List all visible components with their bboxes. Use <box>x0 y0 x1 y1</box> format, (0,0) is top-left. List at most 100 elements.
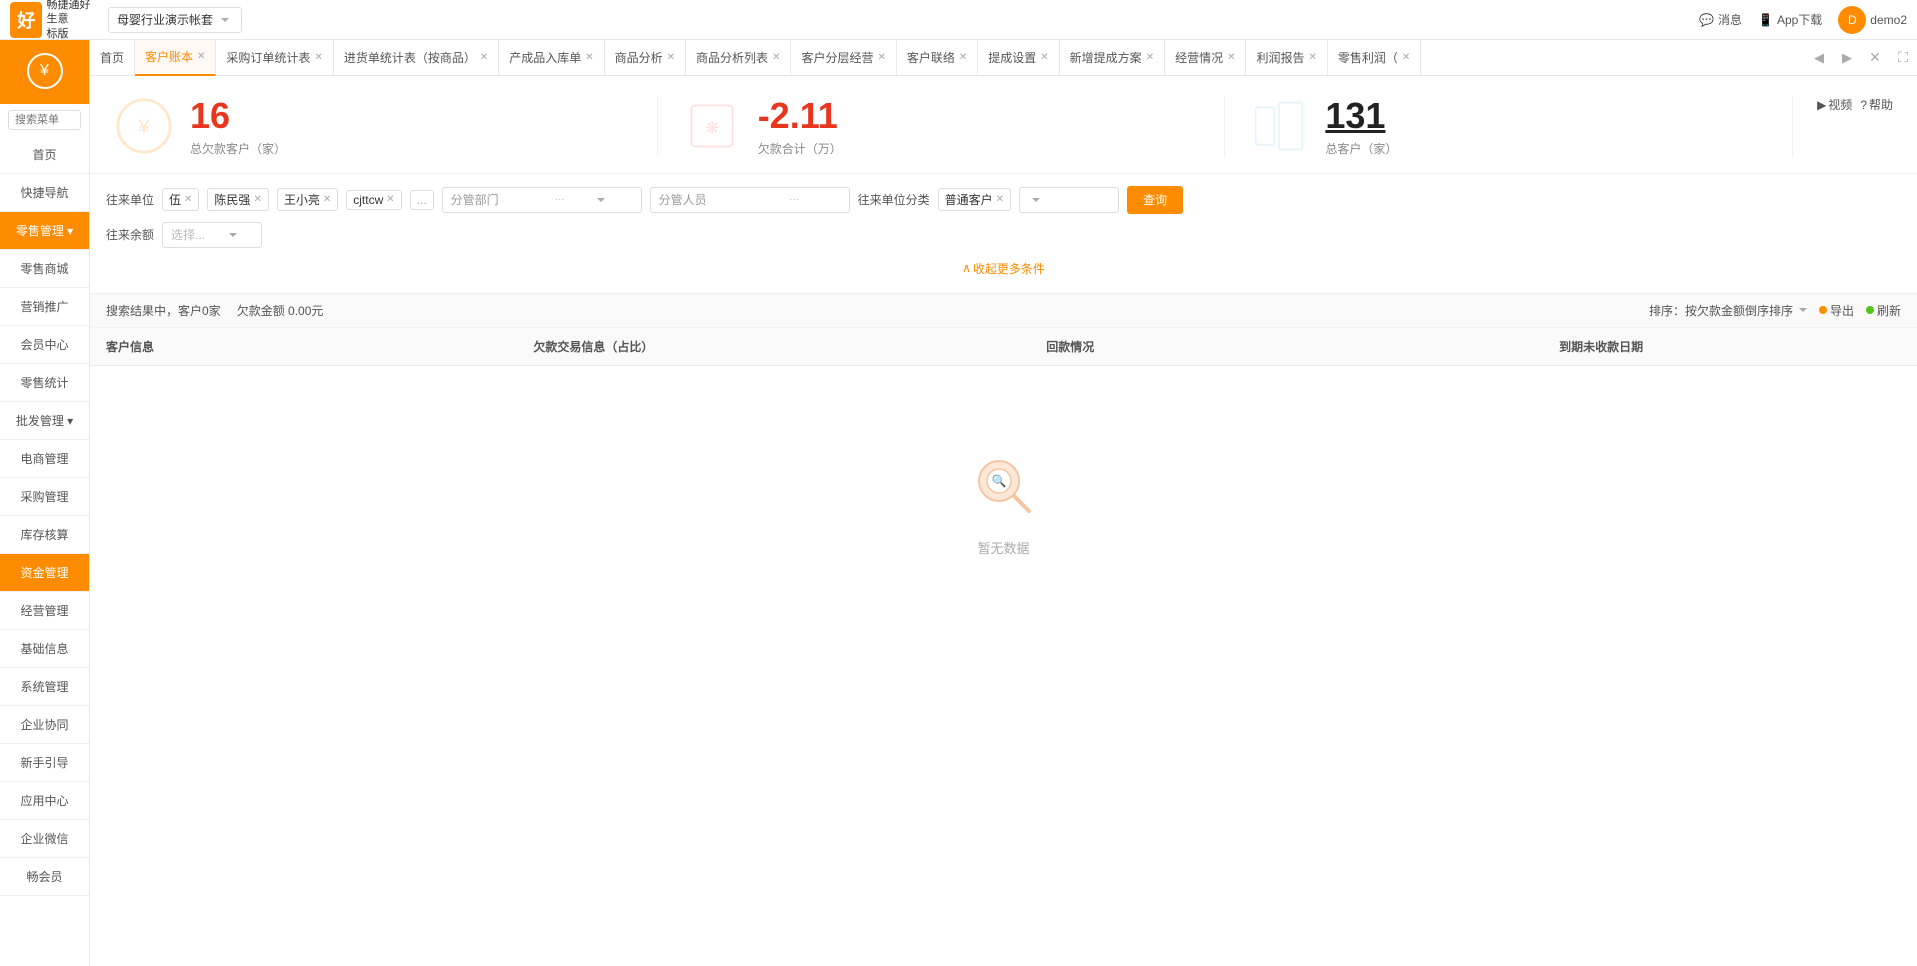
tab-commission-new[interactable]: 新增提成方案 ✕ <box>1060 40 1165 76</box>
stat-card-customers: ¥ 16 总欠款客户（家） <box>114 96 658 157</box>
person-more-icon: ··· <box>789 194 799 205</box>
message-button[interactable]: 💬 消息 <box>1699 11 1742 28</box>
chevron-up-icon: ∧ <box>962 261 971 275</box>
tab-goods-analysis[interactable]: 商品分析 ✕ <box>605 40 686 76</box>
sidebar-item-appcenter[interactable]: 应用中心 <box>0 782 89 820</box>
sidebar-item-home[interactable]: 首页 <box>0 136 89 174</box>
tab-home[interactable]: 首页 <box>90 40 135 76</box>
filter-tag-class: 普通客户 ✕ <box>938 188 1011 211</box>
tab-close-icon[interactable]: ✕ <box>1402 52 1410 63</box>
col-header-repay: 回款情况 <box>1046 338 1559 355</box>
tab-close-icon[interactable]: ✕ <box>480 52 488 63</box>
tab-close-icon[interactable]: ✕ <box>959 52 967 63</box>
tab-close-icon[interactable]: ✕ <box>585 52 593 63</box>
content-area: 首页 客户账本 ✕ 采购订单统计表 ✕ 进货单统计表（按商品） ✕ 产成品入库单… <box>90 40 1917 966</box>
sidebar-item-wholesale[interactable]: 批发管理 ▾ <box>0 402 89 440</box>
tab-customer-ledger[interactable]: 客户账本 ✕ <box>135 40 216 76</box>
sidebar-item-guide[interactable]: 新手引导 <box>0 744 89 782</box>
tab-close-all-button[interactable]: ✕ <box>1861 40 1889 76</box>
tab-close-icon[interactable]: ✕ <box>1040 52 1048 63</box>
tab-customer-contact[interactable]: 客户联络 ✕ <box>897 40 978 76</box>
tab-bar: 首页 客户账本 ✕ 采购订单统计表 ✕ 进货单统计表（按商品） ✕ 产成品入库单… <box>90 40 1917 76</box>
logo-text: 畅捷通好生意 标版 <box>46 0 100 41</box>
tab-close-icon[interactable]: ✕ <box>877 52 885 63</box>
tag-close-cjttcw[interactable]: ✕ <box>386 194 394 205</box>
sidebar-item-retailstat[interactable]: 零售统计 <box>0 364 89 402</box>
tab-close-icon[interactable]: ✕ <box>772 52 780 63</box>
chevron-down-icon <box>221 18 229 22</box>
class-select[interactable] <box>1019 187 1119 213</box>
app-download-button[interactable]: 📱 App下载 <box>1758 11 1822 28</box>
stat-label-total: 总客户（家） <box>1325 140 1397 157</box>
tab-close-icon[interactable]: ✕ <box>197 51 205 62</box>
sidebar-item-marketing[interactable]: 营销推广 <box>0 288 89 326</box>
sidebar-item-ecommerce[interactable]: 电商管理 <box>0 440 89 478</box>
sidebar-item-retailshop[interactable]: 零售商城 <box>0 250 89 288</box>
sidebar-item-retail[interactable]: 零售管理 ▾ <box>0 212 89 250</box>
tab-operation[interactable]: 经营情况 ✕ <box>1165 40 1246 76</box>
user-profile[interactable]: D demo2 <box>1838 6 1907 34</box>
sidebar-item-quicknav[interactable]: 快捷导航 <box>0 174 89 212</box>
svg-text:❋: ❋ <box>705 119 719 138</box>
tab-close-icon[interactable]: ✕ <box>314 52 322 63</box>
tag-close-class[interactable]: ✕ <box>996 194 1004 205</box>
tab-close-icon[interactable]: ✕ <box>1146 52 1154 63</box>
video-button[interactable]: ▶ 视频 <box>1817 96 1852 113</box>
query-button[interactable]: 查询 <box>1127 186 1183 214</box>
stat-number-customers: 16 <box>190 96 286 136</box>
help-button[interactable]: ? 帮助 <box>1860 96 1893 113</box>
refresh-button[interactable]: 刷新 <box>1866 302 1901 319</box>
tab-profit-report[interactable]: 利润报告 ✕ <box>1246 40 1327 76</box>
tag-close-wang[interactable]: ✕ <box>323 194 331 205</box>
sidebar-item-purchase[interactable]: 采购管理 <box>0 478 89 516</box>
filter-tag-more[interactable]: ... <box>410 190 434 210</box>
tab-close-icon[interactable]: ✕ <box>1309 52 1317 63</box>
sidebar: ¥ 首页 快捷导航 零售管理 ▾ 零售商城 营销推广 会员中心 零售统计 批发管… <box>0 40 90 966</box>
tab-next-button[interactable]: ▶ <box>1833 40 1861 76</box>
collapse-button[interactable]: ∧ 收起更多条件 <box>962 260 1045 277</box>
dept-more-icon: ··· <box>555 194 565 205</box>
balance-select[interactable]: 选择... <box>162 222 262 248</box>
tab-purchase-order[interactable]: 采购订单统计表 ✕ <box>216 40 333 76</box>
filter-row-2: 往来余额 选择... <box>106 222 1901 248</box>
tab-bar-end: ◀ ▶ ✕ ⛶ <box>1805 40 1917 76</box>
tab-close-icon[interactable]: ✕ <box>667 52 675 63</box>
filter-tag-cjttcw: cjttcw ✕ <box>346 190 401 210</box>
logo-icon: 好 <box>10 2 42 38</box>
sidebar-item-vip[interactable]: 畅会员 <box>0 858 89 896</box>
message-icon: 💬 <box>1699 13 1714 27</box>
export-button[interactable]: 导出 <box>1819 302 1854 319</box>
tag-close-wu[interactable]: ✕ <box>184 194 192 205</box>
empty-icon: 🔍 <box>964 446 1044 526</box>
stat-number-debt: -2.11 <box>758 96 842 136</box>
sort-select[interactable]: 排序：按欠款金额倒序排序 <box>1649 302 1807 319</box>
person-select[interactable]: 分管人员 ··· <box>650 187 850 213</box>
tab-close-icon[interactable]: ✕ <box>1227 52 1235 63</box>
account-select[interactable]: 母婴行业演示帐套 <box>108 7 242 33</box>
stat-label-debt: 欠款合计（万） <box>758 140 842 157</box>
tag-close-chen[interactable]: ✕ <box>253 194 261 205</box>
tab-commission-setting[interactable]: 提成设置 ✕ <box>978 40 1059 76</box>
sidebar-item-inventory[interactable]: 库存核算 <box>0 516 89 554</box>
stat-values-1: 16 总欠款客户（家） <box>190 96 286 157</box>
empty-text: 暂无数据 <box>977 538 1029 557</box>
tab-goods-in[interactable]: 进货单统计表（按商品） ✕ <box>334 40 499 76</box>
tab-customer-layer[interactable]: 客户分层经营 ✕ <box>791 40 896 76</box>
tab-retail-profit[interactable]: 零售利润（ ✕ <box>1328 40 1421 76</box>
empty-state: 🔍 暂无数据 <box>90 366 1917 637</box>
sidebar-item-wechat[interactable]: 企业微信 <box>0 820 89 858</box>
tab-product-in[interactable]: 产成品入库单 ✕ <box>499 40 604 76</box>
sidebar-item-operation[interactable]: 经营管理 <box>0 592 89 630</box>
dept-select[interactable]: 分管部门 ··· <box>442 187 642 213</box>
sidebar-item-enterprise[interactable]: 企业协同 <box>0 706 89 744</box>
sidebar-item-member[interactable]: 会员中心 <box>0 326 89 364</box>
sort-arrow-icon <box>1799 308 1807 312</box>
tab-goods-analysis-list[interactable]: 商品分析列表 ✕ <box>686 40 791 76</box>
sidebar-item-basic[interactable]: 基础信息 <box>0 630 89 668</box>
tab-prev-button[interactable]: ◀ <box>1805 40 1833 76</box>
search-input[interactable] <box>8 110 81 130</box>
sidebar-item-system[interactable]: 系统管理 <box>0 668 89 706</box>
tab-fullscreen-button[interactable]: ⛶ <box>1889 40 1917 76</box>
collapse-area: ∧ 收起更多条件 <box>106 256 1901 281</box>
sidebar-item-finance[interactable]: 资金管理 <box>0 554 89 592</box>
